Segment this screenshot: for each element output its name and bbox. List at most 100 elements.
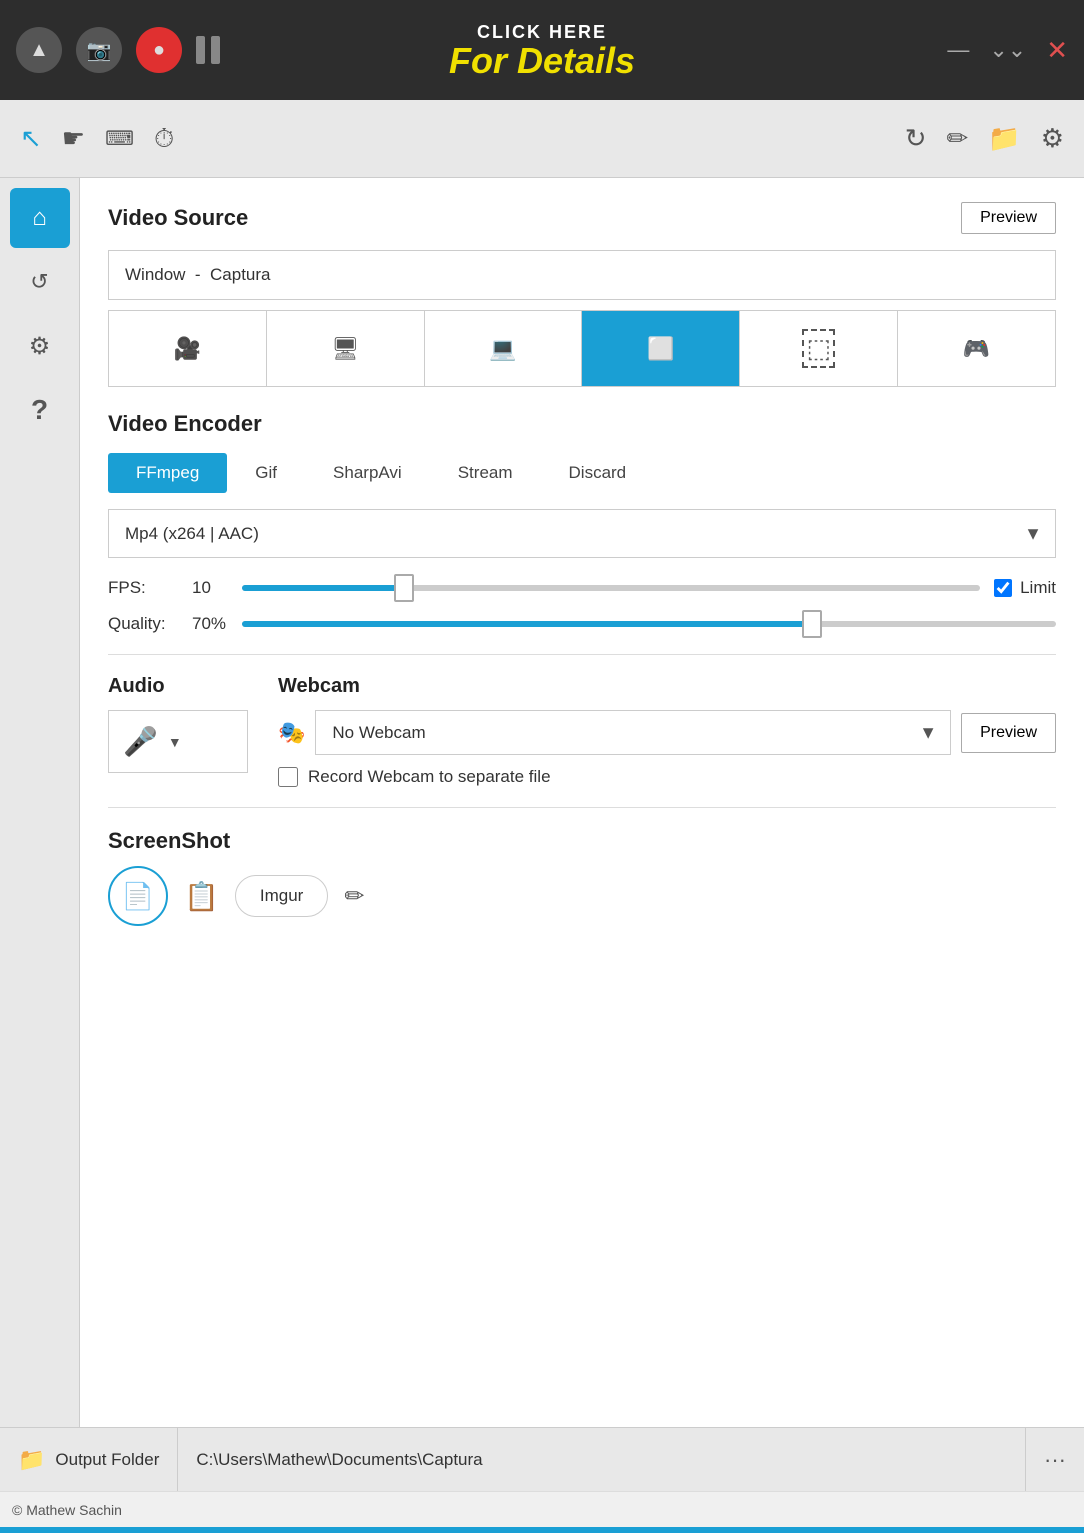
gamepad-icon: 🎮 [963,336,990,362]
titlebar-right: — ⌄⌄ ✕ [947,35,1068,66]
toolbar: ↖ ☛ ⌨ ⏱ ↻ ✏ 📁 ⚙ [0,100,1084,178]
screenshot-edit-button[interactable]: ✏ [344,882,364,911]
screenshot-icons: 📄 📋 Imgur ✏ [108,866,1056,926]
audio-button[interactable]: 🎤 ▼ [108,710,248,773]
webcam-section: Webcam 🎭 No Webcam ▼ Preview Record Webc… [278,675,1056,787]
source-type-region[interactable]: ⬚ [740,311,898,386]
for-details-label: For Details [449,43,635,79]
pen-icon[interactable]: ✏ [947,123,969,154]
video-source-title: Video Source [108,205,248,231]
video-source-preview-button[interactable]: Preview [961,202,1056,234]
sidebar-item-help[interactable]: ? [10,380,70,440]
tb-camera-button[interactable]: 📷 [76,27,122,73]
fps-label: FPS: [108,578,178,598]
tb-pause-button[interactable] [196,36,220,64]
source-type-camera[interactable]: 🎥 [109,311,267,386]
divider-2 [108,807,1056,808]
webcam-icon: 🎭 [278,720,305,746]
collapse-button[interactable]: ⌄⌄ [989,37,1026,63]
encoder-tab-stream[interactable]: Stream [430,453,541,493]
audio-chevron-icon: ▼ [168,734,182,750]
file-icon: 📄 [122,881,154,912]
screenshot-title: ScreenShot [108,828,1056,854]
screenshot-clipboard-button[interactable]: 📋 [184,880,219,913]
content-area: Video Source Preview 🎥 🖥 💻 ⬜ ⬚ 🎮 [80,178,1084,1427]
footer-folder-icon: 📁 [18,1447,45,1473]
webcam-title: Webcam [278,675,1056,698]
audio-title: Audio [108,675,248,698]
webcam-row: 🎭 No Webcam ▼ Preview [278,710,1056,755]
limit-wrap: Limit [994,578,1056,598]
keyboard-tool[interactable]: ⌨ [105,126,134,151]
format-dropdown[interactable]: Mp4 (x264 | AAC) Avi Mkv [108,509,1056,558]
sidebar-item-home[interactable]: ⌂ [10,188,70,248]
footer-path: C:\Users\Mathew\Documents\Captura [178,1450,1025,1470]
tb-up-button[interactable]: ▲ [16,27,62,73]
screen2-icon: 💻 [489,336,516,362]
source-type-buttons: 🎥 🖥 💻 ⬜ ⬚ 🎮 [108,310,1056,387]
limit-checkbox[interactable] [994,579,1012,597]
sidebar-item-history[interactable]: ↺ [10,252,70,312]
cursor-tool[interactable]: ↖ [20,123,42,154]
close-button[interactable]: ✕ [1046,35,1068,66]
fps-slider[interactable] [242,578,980,598]
screenshot-section: ScreenShot 📄 📋 Imgur ✏ [108,828,1056,926]
screenshot-imgur-button[interactable]: Imgur [235,875,328,917]
tb-record-button[interactable]: ● [136,27,182,73]
source-type-screen1[interactable]: 🖥 [267,311,425,386]
webcam-separate-file-label: Record Webcam to separate file [308,767,551,787]
sidebar: ⌂ ↺ ⚙ ? [0,178,80,1427]
footer-more-button[interactable]: ··· [1025,1428,1084,1491]
webcam-separate-file-checkbox[interactable] [278,767,298,787]
source-type-window[interactable]: ⬜ [582,311,740,386]
source-input[interactable] [108,250,1056,300]
footer-folder-button[interactable]: 📁 Output Folder [0,1428,178,1491]
fps-row: FPS: 10 Limit [108,578,1056,598]
quality-value: 70% [192,614,228,634]
webcam-dropdown[interactable]: No Webcam [315,710,951,755]
audio-section: Audio 🎤 ▼ [108,675,248,773]
window-icon: ⬜ [647,336,674,362]
webcam-checkbox-row: Record Webcam to separate file [278,767,1056,787]
titlebar-center[interactable]: CLICK HERE For Details [449,22,635,79]
video-source-header: Video Source Preview [108,202,1056,234]
quality-label: Quality: [108,614,178,634]
limit-label: Limit [1020,578,1056,598]
folder-icon[interactable]: 📁 [988,123,1020,154]
encoder-tabs: FFmpeg Gif SharpAvi Stream Discard [108,453,1056,493]
source-type-screen2[interactable]: 💻 [425,311,583,386]
region-icon: ⬚ [802,329,835,368]
source-type-gamepad[interactable]: 🎮 [898,311,1055,386]
titlebar: ▲ 📷 ● CLICK HERE For Details — ⌄⌄ ✕ [0,0,1084,100]
encoder-tab-gif[interactable]: Gif [227,453,305,493]
format-dropdown-wrap: Mp4 (x264 | AAC) Avi Mkv ▼ [108,509,1056,558]
audio-webcam-row: Audio 🎤 ▼ Webcam 🎭 No Webcam ▼ [108,675,1056,787]
webcam-dropdown-wrap: No Webcam ▼ [315,710,951,755]
main-layout: ⌂ ↺ ⚙ ? Video Source Preview 🎥 🖥 💻 ⬜ [0,178,1084,1427]
titlebar-left: ▲ 📷 ● [16,27,220,73]
encoder-tab-discard[interactable]: Discard [541,453,655,493]
camera-icon: 🎥 [174,336,201,362]
hand-tool[interactable]: ☛ [62,123,85,154]
quality-row: Quality: 70% [108,614,1056,634]
fps-value: 10 [192,578,228,598]
divider-1 [108,654,1056,655]
toolbar-tools: ↖ ☛ ⌨ ⏱ [20,123,885,155]
settings-icon[interactable]: ⚙ [1041,123,1064,154]
timer-tool[interactable]: ⏱ [154,123,174,155]
screenshot-file-button[interactable]: 📄 [108,866,168,926]
microphone-icon: 🎤 [123,725,158,758]
video-encoder-title: Video Encoder [108,411,1056,437]
copyright: © Mathew Sachin [0,1491,1084,1527]
refresh-icon[interactable]: ↻ [905,123,927,154]
sidebar-item-settings[interactable]: ⚙ [10,316,70,376]
footer: 📁 Output Folder C:\Users\Mathew\Document… [0,1427,1084,1491]
bottom-bar [0,1527,1084,1533]
footer-output-label: Output Folder [55,1450,159,1470]
encoder-tab-sharpavi[interactable]: SharpAvi [305,453,430,493]
screen1-icon: 🖥 [331,336,359,362]
webcam-preview-button[interactable]: Preview [961,713,1056,753]
encoder-tab-ffmpeg[interactable]: FFmpeg [108,453,227,493]
minimize-button[interactable]: — [947,37,969,63]
quality-slider[interactable] [242,614,1056,634]
